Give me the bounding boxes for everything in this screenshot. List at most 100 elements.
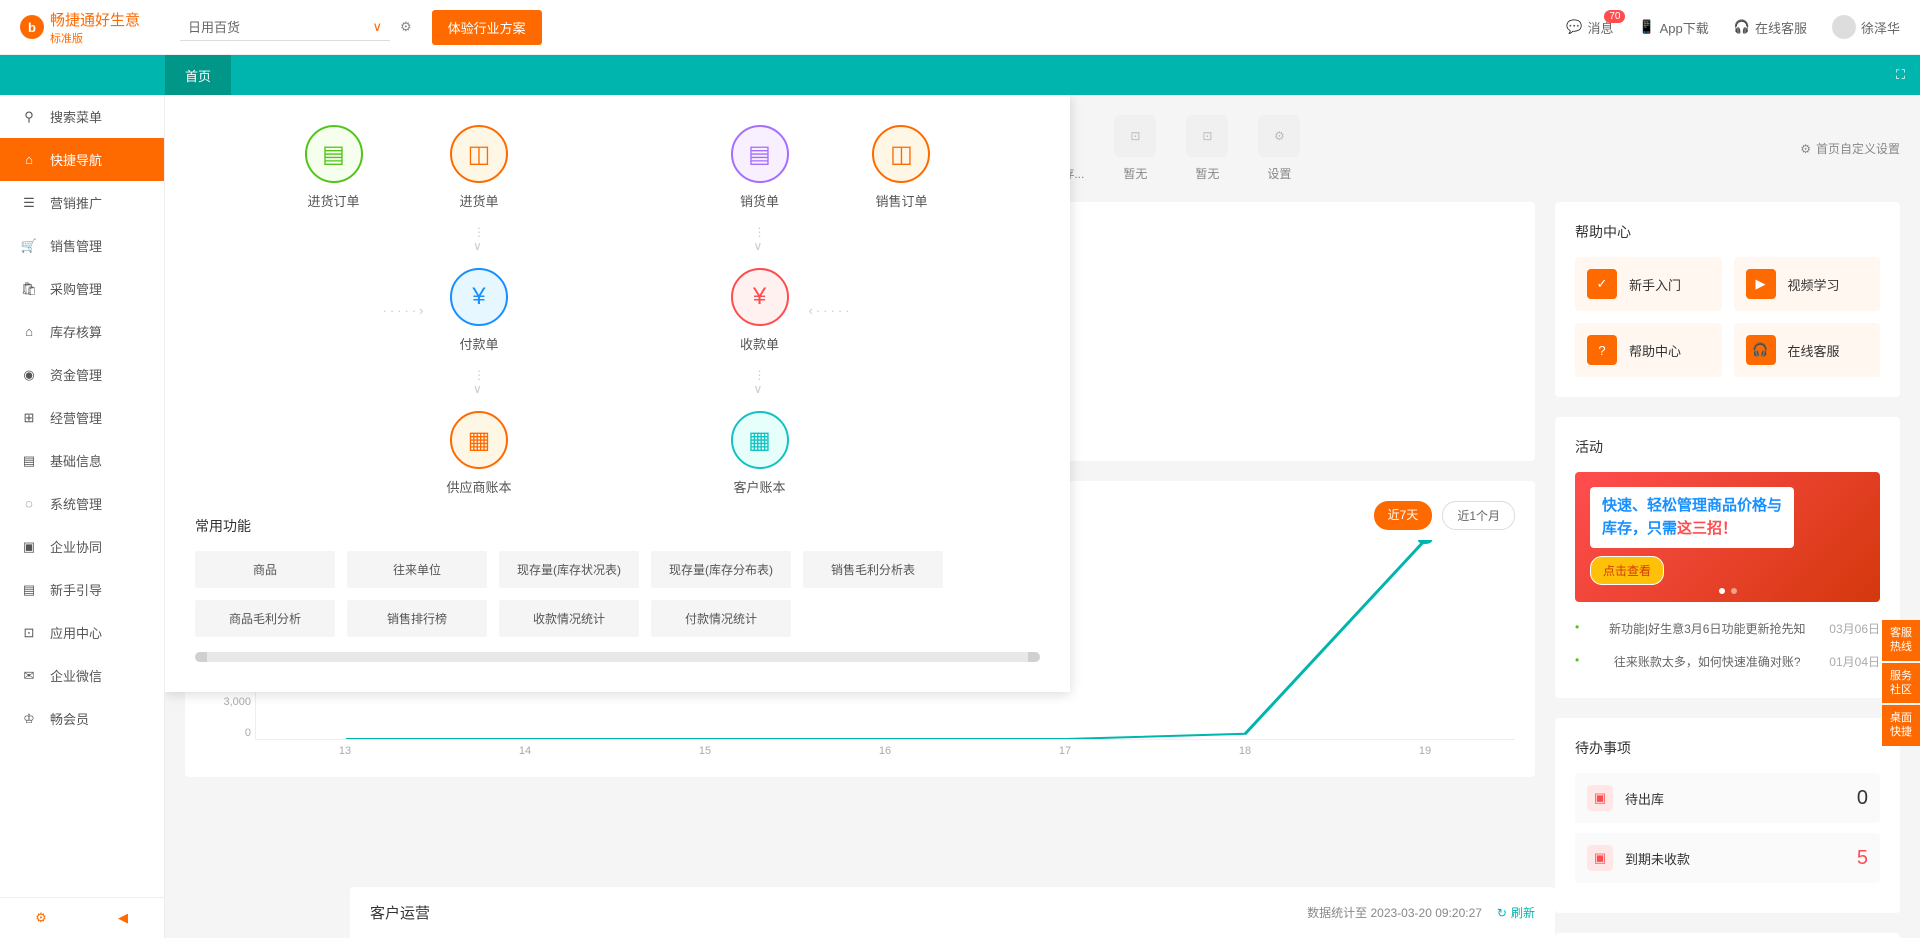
dashboard-tile-2[interactable]: ⊡暂无 <box>1114 115 1156 182</box>
sidebar-icon: 🛒 <box>20 238 38 254</box>
sidebar-item-14[interactable]: ♔畅会员 <box>0 697 164 740</box>
footer-bar: 客户运营 数据统计至 2023-03-20 09:20:27 ↻ 刷新 <box>350 887 1555 938</box>
gear-icon[interactable]: ⚙ <box>400 19 412 35</box>
chevron-down-icon: ∨ <box>372 19 382 35</box>
float-button[interactable]: 桌面快捷 <box>1882 705 1920 746</box>
sidebar-item-9[interactable]: ◌系统管理 <box>0 482 164 525</box>
supplier-ledger-icon: ▦ <box>450 411 508 469</box>
help-icon: 🎧 <box>1746 335 1776 365</box>
flow-receipt-bill[interactable]: ¥ 收款单 <box>731 268 789 353</box>
chart-tab-30days[interactable]: 近1个月 <box>1442 501 1515 530</box>
carousel-dot[interactable] <box>1719 588 1725 594</box>
logo-icon: b <box>20 15 44 39</box>
todo-card: 待办事项 ▣待出库0▣到期未收款5 <box>1555 718 1900 913</box>
activity-banner[interactable]: 快速、轻松管理商品价格与 库存，只需这三招！ 点击查看 <box>1575 472 1880 602</box>
collapse-icon[interactable]: ◀ <box>82 898 164 938</box>
custom-settings-link[interactable]: ⚙ 首页自定义设置 <box>1800 140 1900 157</box>
avatar-icon <box>1832 15 1856 39</box>
sidebar-item-6[interactable]: ◉资金管理 <box>0 353 164 396</box>
banner-cta-button[interactable]: 点击查看 <box>1590 556 1664 585</box>
common-function-button[interactable]: 收款情况统计 <box>499 600 639 637</box>
flow-sales-order[interactable]: ◫ 销售订单 <box>872 125 930 210</box>
tile-icon: ⚙ <box>1258 115 1300 157</box>
sidebar-icon: ▣ <box>20 539 38 555</box>
todo-item-0[interactable]: ▣待出库0 <box>1575 773 1880 823</box>
dashboard-tile-4[interactable]: ⚙设置 <box>1258 115 1300 182</box>
common-function-button[interactable]: 付款情况统计 <box>651 600 791 637</box>
arrow-down-icon: ⋮∨ <box>754 368 766 396</box>
dashboard-tile-3[interactable]: ⊡暂无 <box>1186 115 1228 182</box>
common-function-button[interactable]: 现存量(库存状况表) <box>499 551 639 588</box>
tile-icon: ⊡ <box>1186 115 1228 157</box>
sidebar-item-2[interactable]: ☰营销推广 <box>0 181 164 224</box>
activity-title: 活动 <box>1575 437 1880 457</box>
help-title: 帮助中心 <box>1575 222 1880 242</box>
try-solution-button[interactable]: 体验行业方案 <box>432 10 542 45</box>
common-function-button[interactable]: 现存量(库存分布表) <box>651 551 791 588</box>
sidebar-icon: ◌ <box>20 496 38 511</box>
common-function-button[interactable]: 销售排行榜 <box>347 600 487 637</box>
sidebar-item-3[interactable]: 🛒销售管理 <box>0 224 164 267</box>
user-menu[interactable]: 徐泽华 <box>1832 15 1900 39</box>
tile-icon: ⊡ <box>1114 115 1156 157</box>
footer-title: 客户运营 <box>370 902 430 923</box>
sidebar-item-12[interactable]: ⊡应用中心 <box>0 611 164 654</box>
sidebar-item-7[interactable]: ⊞经营管理 <box>0 396 164 439</box>
flow-customer-ledger[interactable]: ▦ 客户账本 <box>731 411 789 496</box>
sidebar-icon: ⌂ <box>20 152 38 167</box>
payment-bill-icon: ¥ <box>450 268 508 326</box>
sidebar-item-0[interactable]: ⚲搜索菜单 <box>0 95 164 138</box>
flow-sales-bill[interactable]: ▤ 销货单 <box>731 125 789 210</box>
sidebar-item-10[interactable]: ▣企业协同 <box>0 525 164 568</box>
activity-card: 活动 快速、轻松管理商品价格与 库存，只需这三招！ 点击查看 新功能|好生意3月… <box>1555 417 1900 698</box>
sidebar-icon: ⌂ <box>20 324 38 339</box>
logo: b 畅捷通好生意 标准版 <box>20 9 160 46</box>
chart-tab-7days[interactable]: 近7天 <box>1374 501 1433 530</box>
news-item[interactable]: 往来账款太多，如何快速准确对账?01月04日 <box>1575 645 1880 678</box>
sidebar-item-8[interactable]: ▤基础信息 <box>0 439 164 482</box>
flow-purchase-order[interactable]: ▤ 进货订单 <box>305 125 363 210</box>
brand-name: 畅捷通好生意 <box>50 9 140 30</box>
common-function-button[interactable]: 销售毛利分析表 <box>803 551 943 588</box>
help-item-2[interactable]: ?帮助中心 <box>1575 323 1722 377</box>
common-function-button[interactable]: 往来单位 <box>347 551 487 588</box>
todo-item-1[interactable]: ▣到期未收款5 <box>1575 833 1880 883</box>
flow-purchase-bill[interactable]: ◫ 进货单 <box>450 125 508 210</box>
refresh-button[interactable]: ↻ 刷新 <box>1497 904 1535 921</box>
online-service-link[interactable]: 🎧 在线客服 <box>1734 18 1807 37</box>
category-select[interactable]: 日用百货 ∨ <box>180 13 390 41</box>
app-download-link[interactable]: 📱 App下载 <box>1638 18 1708 37</box>
help-item-3[interactable]: 🎧在线客服 <box>1734 323 1881 377</box>
arrow-right-icon: ·····› <box>383 303 427 318</box>
settings-icon[interactable]: ⚙ <box>0 898 82 938</box>
flow-payment-bill[interactable]: ¥ 付款单 <box>450 268 508 353</box>
sidebar-item-4[interactable]: 🛍采购管理 <box>0 267 164 310</box>
help-item-1[interactable]: ▶视频学习 <box>1734 257 1881 311</box>
carousel-dot[interactable] <box>1731 588 1737 594</box>
horizontal-scrollbar[interactable] <box>195 652 1040 662</box>
news-item[interactable]: 新功能|好生意3月6日功能更新抢先知03月06日 <box>1575 612 1880 645</box>
help-icon: ✓ <box>1587 269 1617 299</box>
common-function-button[interactable]: 商品 <box>195 551 335 588</box>
tab-home[interactable]: 首页 <box>165 55 231 95</box>
arrow-down-icon: ⋮∨ <box>473 368 485 396</box>
arrow-down-icon: ⋮∨ <box>754 225 766 253</box>
expand-icon[interactable]: ⛶ <box>1896 67 1905 83</box>
common-function-button[interactable]: 商品毛利分析 <box>195 600 335 637</box>
message-icon: 💬 <box>1566 19 1582 35</box>
sidebar-item-11[interactable]: ▤新手引导 <box>0 568 164 611</box>
flow-supplier-ledger[interactable]: ▦ 供应商账本 <box>446 411 511 496</box>
message-link[interactable]: 💬 消息 70 <box>1566 18 1613 37</box>
sidebar-item-5[interactable]: ⌂库存核算 <box>0 310 164 353</box>
brand-edition: 标准版 <box>50 30 140 46</box>
sidebar-item-13[interactable]: ✉企业微信 <box>0 654 164 697</box>
purchase-order-icon: ▤ <box>305 125 363 183</box>
headset-icon: 🎧 <box>1734 19 1750 35</box>
help-item-0[interactable]: ✓新手入门 <box>1575 257 1722 311</box>
float-button[interactable]: 客服热线 <box>1882 620 1920 661</box>
warning-card: 商品预警 <box>1555 933 1900 938</box>
sidebar-item-1[interactable]: ⌂快捷导航 <box>0 138 164 181</box>
purchase-bill-icon: ◫ <box>450 125 508 183</box>
footer-stats-text: 数据统计至 2023-03-20 09:20:27 <box>1307 904 1482 921</box>
float-button[interactable]: 服务社区 <box>1882 663 1920 704</box>
